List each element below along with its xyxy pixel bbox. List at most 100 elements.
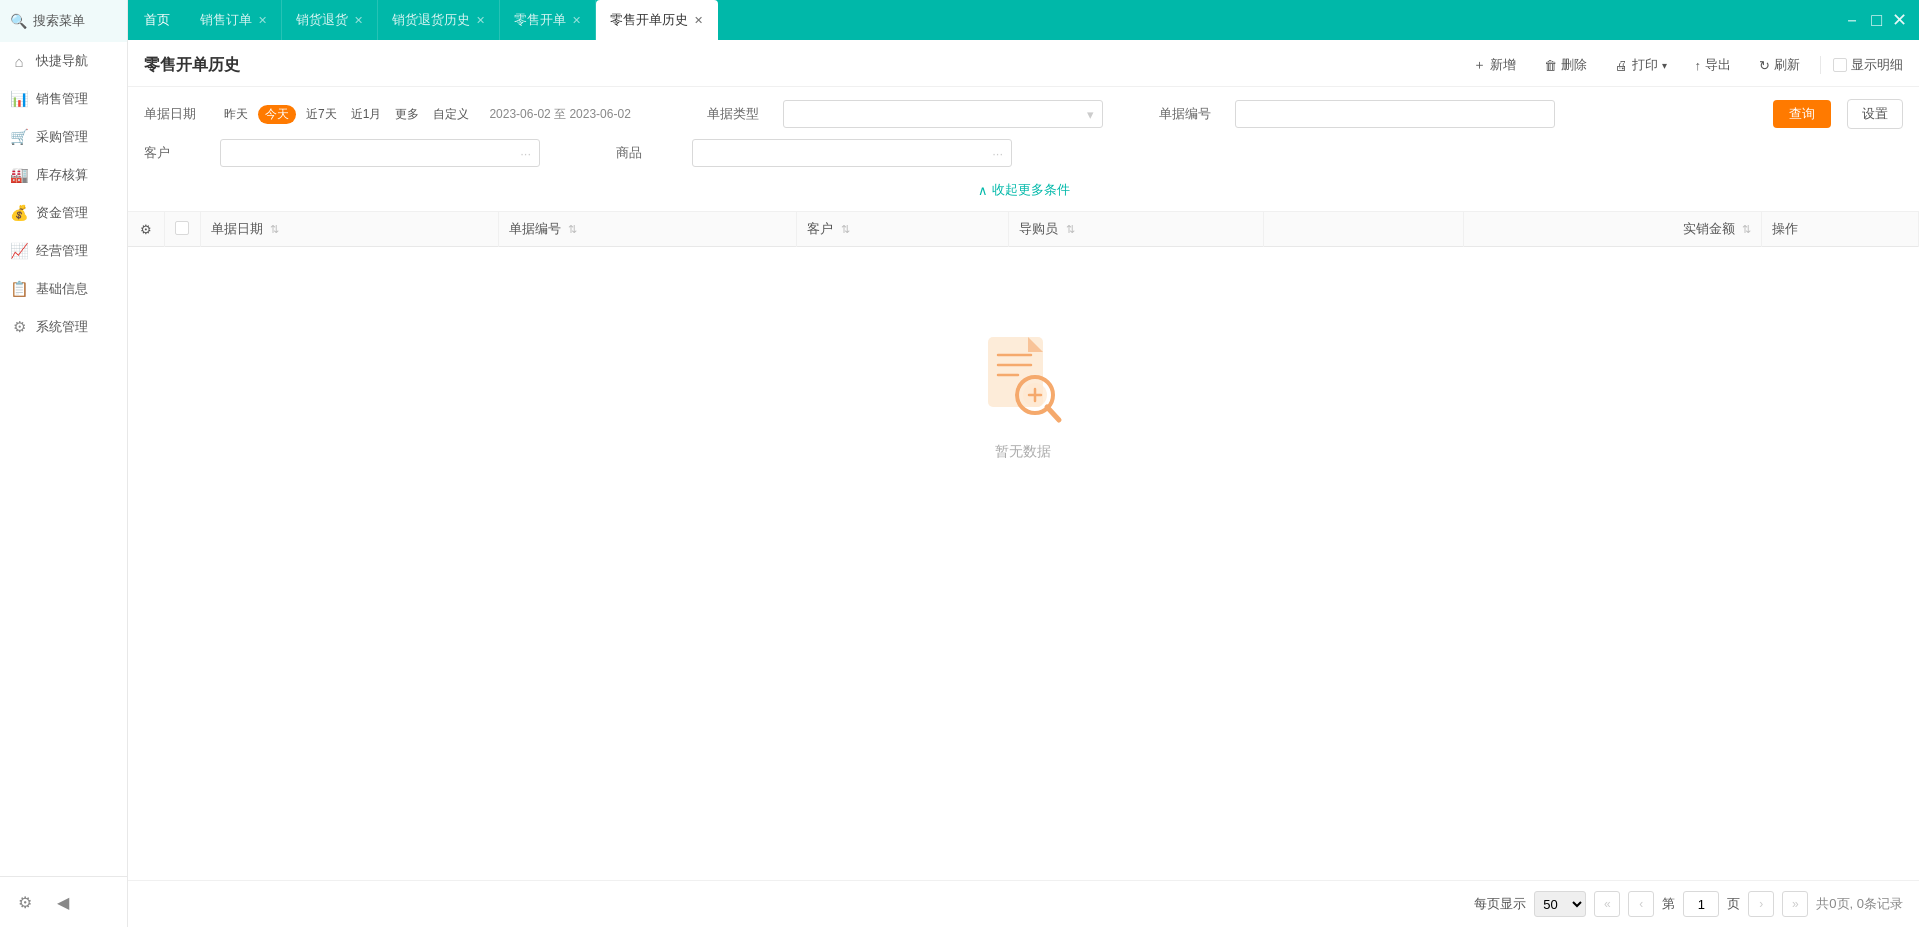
refresh-button[interactable]: ↻ 刷新: [1751, 52, 1808, 78]
tab-sales-return-history[interactable]: 销货退货历史 ✕: [378, 0, 500, 40]
minimize-btn[interactable]: －: [1843, 8, 1861, 32]
export-label: 导出: [1705, 56, 1731, 74]
sidebar-item-label: 资金管理: [36, 204, 88, 222]
sort-actual-amount-icon[interactable]: ⇅: [1742, 223, 1751, 235]
page-input[interactable]: [1683, 891, 1719, 917]
sidebar-item-operations[interactable]: 📈 经营管理: [0, 232, 127, 270]
add-label: 新增: [1490, 56, 1516, 74]
goods-label: 商品: [616, 144, 676, 162]
th-bill-date-label: 单据日期: [211, 221, 263, 236]
date-btn-custom[interactable]: 自定义: [429, 105, 473, 124]
basic-info-icon: 📋: [10, 280, 28, 298]
close-btn[interactable]: ✕: [1892, 9, 1907, 31]
next-page-btn[interactable]: ›: [1748, 891, 1774, 917]
close-sales-return-icon[interactable]: ✕: [354, 14, 363, 27]
sort-bill-date-icon[interactable]: ⇅: [270, 223, 279, 235]
sidebar-search[interactable]: 🔍 搜索菜单: [0, 0, 127, 42]
customer-label: 客户: [144, 144, 204, 162]
empty-cell: 暂无数据: [128, 247, 1919, 542]
sidebar-item-system[interactable]: ⚙ 系统管理: [0, 308, 127, 346]
sidebar-item-label: 库存核算: [36, 166, 88, 184]
bill-type-select[interactable]: ▾: [783, 100, 1103, 128]
collapse-row: ∧ 收起更多条件: [144, 177, 1903, 199]
date-btn-last7[interactable]: 近7天: [302, 105, 341, 124]
filter-row-2: 客户 ··· 商品 ···: [144, 139, 1903, 167]
export-icon: ↑: [1695, 58, 1702, 73]
date-btn-last-month[interactable]: 近1月: [347, 105, 386, 124]
sidebar-item-sales-mgmt[interactable]: 📊 销售管理: [0, 80, 127, 118]
export-button[interactable]: ↑ 导出: [1687, 52, 1740, 78]
settings-button[interactable]: 设置: [1847, 99, 1903, 129]
total-info: 共0页, 0条记录: [1816, 895, 1903, 913]
prev-page-btn[interactable]: ‹: [1628, 891, 1654, 917]
sidebar-item-purchase-mgmt[interactable]: 🛒 采购管理: [0, 118, 127, 156]
sidebar-bottom: ⚙ ◀: [0, 876, 127, 927]
sidebar-search-label: 搜索菜单: [33, 12, 85, 30]
toolbar-separator: [1820, 56, 1821, 74]
tab-sales-order-label: 销售订单: [200, 11, 252, 29]
per-page-select[interactable]: 50 100 200: [1534, 891, 1586, 917]
sort-customer-icon[interactable]: ⇅: [841, 223, 850, 235]
last-page-btn[interactable]: »: [1782, 891, 1808, 917]
th-checkbox: [164, 212, 200, 247]
tab-sales-return[interactable]: 销货退货 ✕: [282, 0, 378, 40]
th-settings: ⚙: [128, 212, 164, 247]
close-sales-order-icon[interactable]: ✕: [258, 14, 267, 27]
close-retail-history-icon[interactable]: ✕: [694, 14, 703, 27]
sidebar-item-finance[interactable]: 💰 资金管理: [0, 194, 127, 232]
close-sales-return-history-icon[interactable]: ✕: [476, 14, 485, 27]
date-btn-more[interactable]: 更多: [391, 105, 423, 124]
sidebar-item-label: 采购管理: [36, 128, 88, 146]
tab-sales-order[interactable]: 销售订单 ✕: [186, 0, 282, 40]
header-checkbox[interactable]: [175, 221, 189, 235]
delete-button[interactable]: 🗑 删除: [1536, 52, 1595, 78]
toolbar: ＋ 新增 🗑 删除 🖨 打印 ▾ ↑ 导出 ↻ 刷新: [1465, 52, 1904, 78]
operations-icon: 📈: [10, 242, 28, 260]
tab-home[interactable]: 首页: [128, 0, 186, 40]
maximize-btn[interactable]: □: [1871, 10, 1882, 31]
tab-retail-open[interactable]: 零售开单 ✕: [500, 0, 596, 40]
nav-window-controls: － □ ✕: [1843, 0, 1919, 40]
tab-home-label: 首页: [144, 11, 170, 29]
settings-bottom-btn[interactable]: ⚙: [10, 887, 40, 917]
collapse-sidebar-btn[interactable]: ◀: [48, 887, 78, 917]
table-container: ⚙ 单据日期 ⇅ 单据编号 ⇅: [128, 212, 1919, 880]
sidebar: 🔍 搜索菜单 ⌂ 快捷导航 📊 销售管理 🛒 采购管理 🏭 库存核算 💰 资金管…: [0, 0, 128, 927]
bill-no-input[interactable]: [1235, 100, 1555, 128]
pagination: 每页显示 50 100 200 « ‹ 第 页 › » 共0页, 0条记录: [128, 880, 1919, 927]
th-action-label: 操作: [1772, 221, 1798, 236]
main-area: 首页 销售订单 ✕ 销货退货 ✕ 销货退货历史 ✕ 零售开单 ✕ 零售开单历史 …: [128, 0, 1919, 927]
sidebar-item-label: 销售管理: [36, 90, 88, 108]
page-label: 第: [1662, 895, 1675, 913]
sidebar-item-label: 经营管理: [36, 242, 88, 260]
tab-retail-history-label: 零售开单历史: [610, 11, 688, 29]
add-button[interactable]: ＋ 新增: [1465, 52, 1524, 78]
sidebar-item-basic-info[interactable]: 📋 基础信息: [0, 270, 127, 308]
query-button[interactable]: 查询: [1773, 100, 1831, 128]
sidebar-item-inventory[interactable]: 🏭 库存核算: [0, 156, 127, 194]
empty-row: 暂无数据: [128, 247, 1919, 542]
sort-salesperson-icon[interactable]: ⇅: [1066, 223, 1075, 235]
system-icon: ⚙: [10, 318, 28, 336]
th-salesperson: 导购员 ⇅: [1009, 212, 1264, 247]
th-salesperson-label: 导购员: [1019, 221, 1058, 236]
customer-select[interactable]: ···: [220, 139, 540, 167]
date-btn-yesterday[interactable]: 昨天: [220, 105, 252, 124]
th-customer-label: 客户: [807, 221, 833, 236]
collapse-button[interactable]: ∧ 收起更多条件: [978, 181, 1070, 199]
print-button[interactable]: 🖨 打印 ▾: [1607, 52, 1675, 78]
display-detail-checkbox[interactable]: 显示明细: [1833, 56, 1903, 74]
sort-bill-no-icon[interactable]: ⇅: [568, 223, 577, 235]
customer-dots: ···: [520, 146, 531, 161]
tab-retail-history[interactable]: 零售开单历史 ✕: [596, 0, 718, 40]
first-page-btn[interactable]: «: [1594, 891, 1620, 917]
tab-sales-return-label: 销货退货: [296, 11, 348, 29]
date-btn-today[interactable]: 今天: [258, 105, 296, 124]
top-nav: 首页 销售订单 ✕ 销货退货 ✕ 销货退货历史 ✕ 零售开单 ✕ 零售开单历史 …: [128, 0, 1919, 40]
column-settings-icon[interactable]: ⚙: [140, 222, 152, 237]
goods-select[interactable]: ···: [692, 139, 1012, 167]
close-retail-open-icon[interactable]: ✕: [572, 14, 581, 27]
collapse-label: 收起更多条件: [992, 181, 1070, 199]
date-buttons: 昨天 今天 近7天 近1月 更多 自定义: [220, 105, 473, 124]
sidebar-item-quick-nav[interactable]: ⌂ 快捷导航: [0, 42, 127, 80]
